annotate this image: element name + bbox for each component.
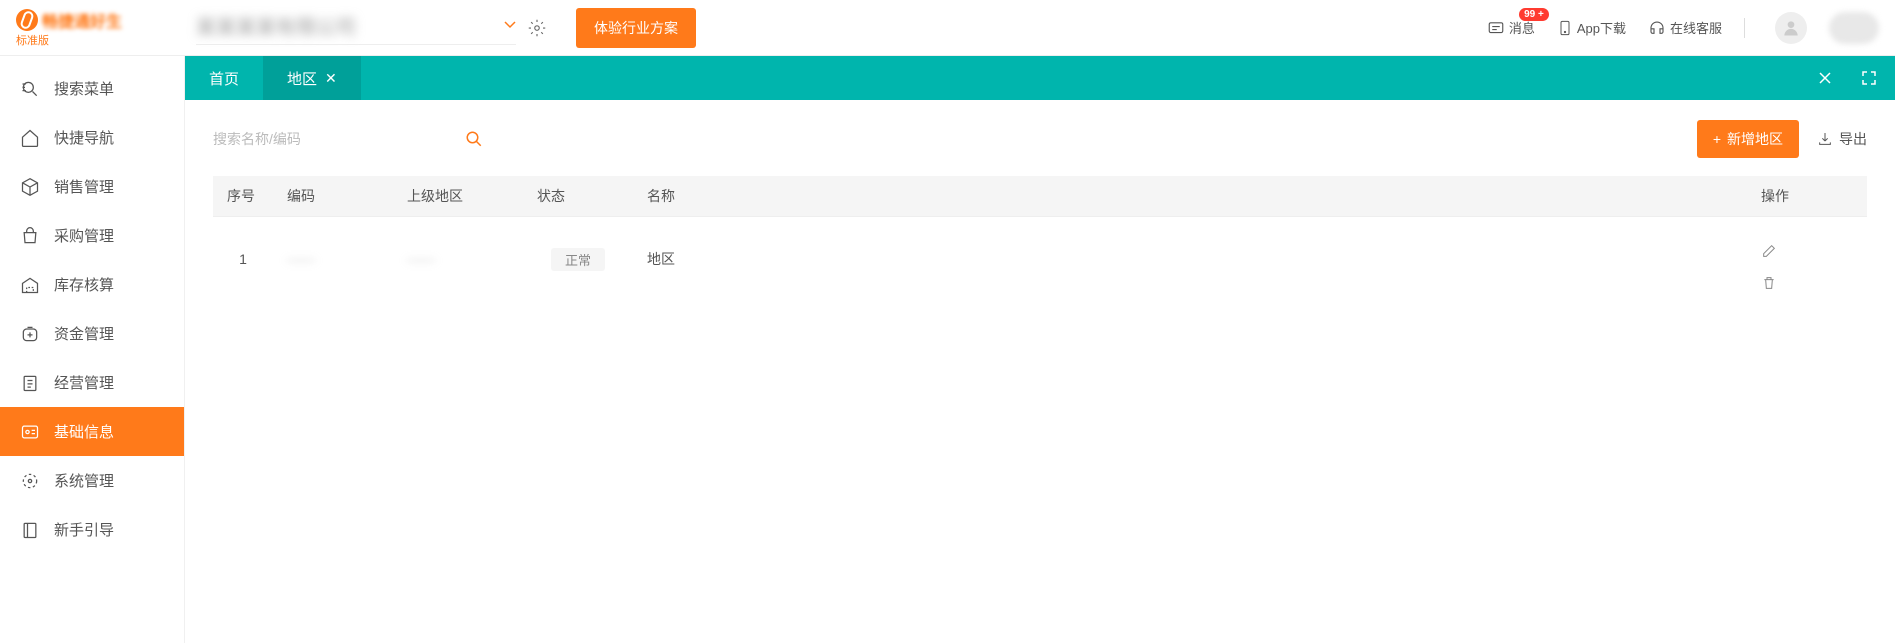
bag-icon — [20, 226, 40, 246]
export-label: 导出 — [1839, 129, 1867, 149]
sidebar-label: 采购管理 — [54, 225, 114, 246]
tab-region[interactable]: 地区 ✕ — [263, 56, 361, 100]
brand-logo: 畅捷通好生 标准版 — [16, 8, 166, 48]
company-selector[interactable]: 某某某某有限公司 — [196, 11, 516, 45]
messages-badge: 99 + — [1519, 8, 1549, 21]
sidebar-label: 销售管理 — [54, 176, 114, 197]
clipboard-icon — [20, 373, 40, 393]
search-menu-icon — [20, 79, 40, 99]
tab-home[interactable]: 首页 — [185, 56, 263, 100]
experience-button[interactable]: 体验行业方案 — [576, 8, 696, 48]
add-label: 新增地区 — [1727, 129, 1783, 149]
export-button[interactable]: 导出 — [1817, 129, 1867, 149]
search-box — [213, 125, 483, 154]
tab-bar: 首页 地区 ✕ — [185, 56, 1895, 100]
sidebar-label: 基础信息 — [54, 421, 114, 442]
sidebar-item-system[interactable]: 系统管理 — [0, 456, 184, 505]
sidebar-item-purchase[interactable]: 采购管理 — [0, 211, 184, 260]
logo-icon — [16, 9, 38, 31]
th-parent: 上级地区 — [393, 176, 523, 217]
avatar-icon[interactable] — [1775, 12, 1807, 44]
app-download-link[interactable]: App下载 — [1557, 18, 1626, 37]
region-table: 序号 编码 上级地区 状态 名称 操作 1 —— —— — [213, 176, 1867, 301]
sidebar-item-finance[interactable]: 资金管理 — [0, 309, 184, 358]
cell-name: 地区 — [633, 217, 1747, 302]
sidebar-item-quicknav[interactable]: 快捷导航 — [0, 113, 184, 162]
sidebar-item-sales[interactable]: 销售管理 — [0, 162, 184, 211]
brand-edition: 标准版 — [16, 32, 166, 48]
brand-name: 畅捷通好生 — [42, 8, 122, 32]
close-all-icon[interactable] — [1807, 56, 1843, 100]
tab-label: 地区 — [287, 68, 317, 89]
search-input[interactable] — [213, 125, 465, 153]
th-name: 名称 — [633, 176, 1747, 217]
system-icon — [20, 471, 40, 491]
sidebar-label: 新手引导 — [54, 519, 114, 540]
close-icon[interactable]: ✕ — [325, 70, 337, 87]
chevron-down-icon — [504, 21, 516, 29]
company-name: 某某某某有限公司 — [196, 11, 496, 40]
sidebar-item-inventory[interactable]: 库存核算 — [0, 260, 184, 309]
money-icon — [20, 324, 40, 344]
guide-icon — [20, 520, 40, 540]
table-row: 1 —— —— 正常 地区 — [213, 217, 1867, 302]
sidebar-label: 资金管理 — [54, 323, 114, 344]
sidebar-label: 快捷导航 — [54, 127, 114, 148]
user-name-blur[interactable] — [1829, 12, 1879, 44]
app-download-label: App下载 — [1577, 18, 1626, 37]
settings-icon[interactable] — [528, 19, 546, 37]
sidebar: 搜索菜单 快捷导航 销售管理 采购管理 库存核算 资金管理 — [0, 56, 185, 643]
tab-label: 首页 — [209, 68, 239, 89]
card-icon — [20, 422, 40, 442]
delete-icon[interactable] — [1761, 275, 1853, 291]
support-link[interactable]: 在线客服 — [1648, 18, 1722, 37]
sidebar-item-search[interactable]: 搜索菜单 — [0, 64, 184, 113]
th-ops: 操作 — [1747, 176, 1867, 217]
cell-status: 正常 — [523, 217, 633, 302]
plus-icon: + — [1713, 131, 1721, 147]
warehouse-icon — [20, 275, 40, 295]
sidebar-item-guide[interactable]: 新手引导 — [0, 505, 184, 554]
sidebar-label: 搜索菜单 — [54, 78, 114, 99]
cell-parent: —— — [393, 217, 523, 302]
home-icon — [20, 128, 40, 148]
add-region-button[interactable]: + 新增地区 — [1697, 120, 1799, 158]
cell-seq: 1 — [213, 217, 273, 302]
fullscreen-icon[interactable] — [1851, 56, 1887, 100]
sidebar-item-basic[interactable]: 基础信息 — [0, 407, 184, 456]
messages-link[interactable]: 消息 99 + — [1487, 18, 1535, 37]
cell-ops — [1747, 217, 1867, 302]
sidebar-label: 库存核算 — [54, 274, 114, 295]
sidebar-label: 系统管理 — [54, 470, 114, 491]
th-status: 状态 — [523, 176, 633, 217]
support-label: 在线客服 — [1670, 18, 1722, 37]
sidebar-label: 经营管理 — [54, 372, 114, 393]
cell-code: —— — [273, 217, 393, 302]
divider — [1744, 18, 1745, 38]
th-seq: 序号 — [213, 176, 273, 217]
edit-icon[interactable] — [1761, 243, 1853, 259]
sales-icon — [20, 177, 40, 197]
th-code: 编码 — [273, 176, 393, 217]
search-icon[interactable] — [465, 130, 483, 148]
sidebar-item-business[interactable]: 经营管理 — [0, 358, 184, 407]
